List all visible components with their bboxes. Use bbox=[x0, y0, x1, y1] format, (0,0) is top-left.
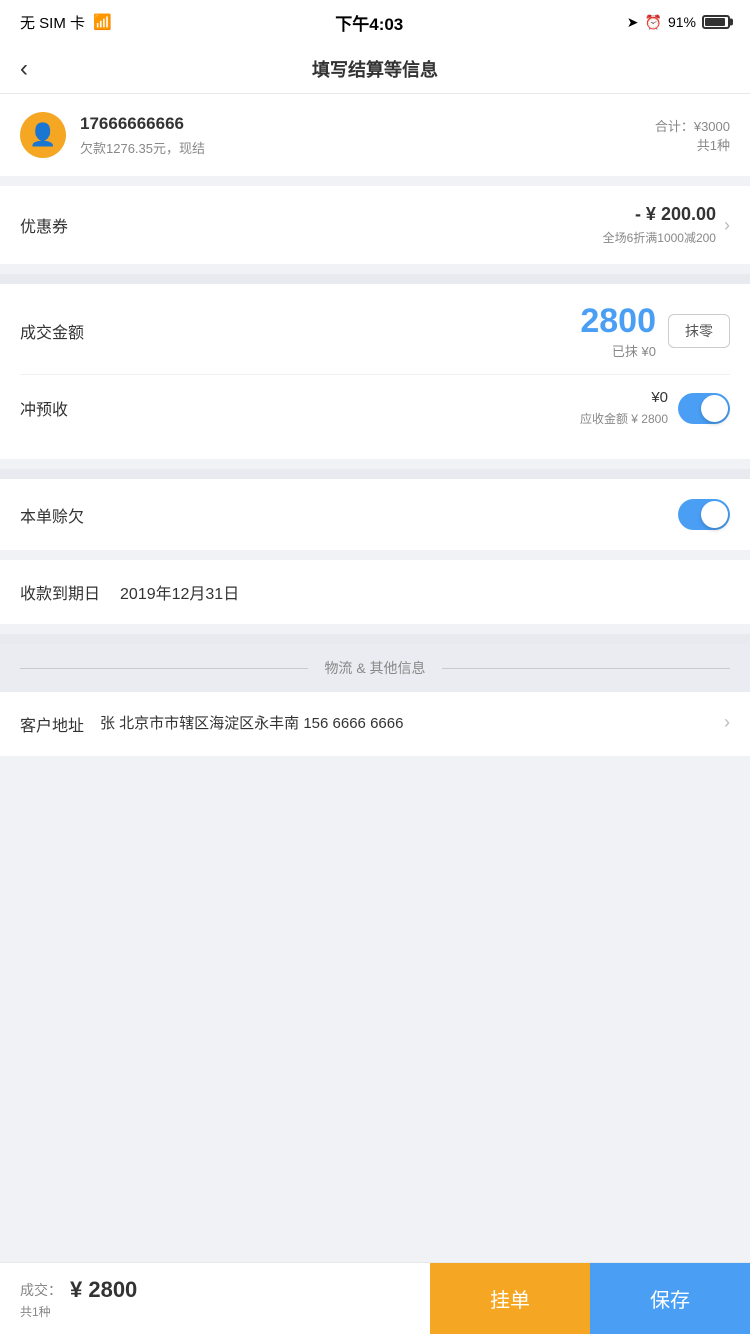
due-date-section: 收款到期日 2019年12月31日 bbox=[0, 560, 750, 624]
debt-label: 本单赊欠 bbox=[20, 503, 84, 527]
bottom-total-row: 成交： ¥ 2800 bbox=[20, 1277, 410, 1303]
bottom-summary: 成交： ¥ 2800 共1种 bbox=[0, 1277, 430, 1320]
prepaid-label: 冲预收 bbox=[20, 396, 68, 420]
coupon-row[interactable]: 优惠券 - ¥ 200.00 全场6折满1000减200 › bbox=[0, 186, 750, 264]
back-button[interactable]: ‹ bbox=[20, 47, 36, 91]
address-value: 张 北京市市辖区海淀区永丰南 156 6666 6666 bbox=[100, 712, 714, 736]
pending-label: 挂单 bbox=[490, 1284, 530, 1313]
debt-toggle[interactable] bbox=[678, 499, 730, 530]
alarm-icon: ⏰ bbox=[645, 14, 662, 31]
status-time: 下午4:03 bbox=[335, 10, 403, 35]
due-date-value: 2019年12月31日 bbox=[120, 580, 239, 604]
logistics-text: 物流 & 其他信息 bbox=[324, 658, 425, 678]
nav-bar: ‹ 填写结算等信息 bbox=[0, 44, 750, 94]
amount-section: 成交金额 2800 已抹 ¥0 抹零 冲预收 ¥0 应收金额 ¥ 2800 bbox=[0, 284, 750, 459]
pending-button[interactable]: 挂单 bbox=[430, 1263, 590, 1334]
prepaid-info: ¥0 应收金额 ¥ 2800 bbox=[580, 389, 668, 427]
customer-phone: 17666666666 bbox=[80, 114, 205, 134]
customer-right: 合计：¥3000 共1种 bbox=[655, 116, 730, 154]
customer-left: 👤 17666666666 欠款1276.35元，现结 bbox=[20, 112, 205, 158]
save-button[interactable]: 保存 bbox=[590, 1263, 750, 1334]
amount-row: 成交金额 2800 已抹 ¥0 抹零 bbox=[20, 302, 730, 360]
carrier-text: 无 SIM 卡 bbox=[20, 12, 85, 33]
amount-value: 2800 bbox=[580, 302, 656, 340]
customer-card: 👤 17666666666 欠款1276.35元，现结 合计：¥3000 共1种 bbox=[0, 94, 750, 176]
debt-section: 本单赊欠 bbox=[0, 479, 750, 550]
customer-debt: 欠款1276.35元，现结 bbox=[80, 138, 205, 157]
amount-label: 成交金额 bbox=[20, 319, 84, 343]
status-bar: 无 SIM 卡 📶 下午4:03 ➤ ⏰ 91% bbox=[0, 0, 750, 44]
bottom-bar: 成交： ¥ 2800 共1种 挂单 保存 bbox=[0, 1262, 750, 1334]
address-chevron-icon: › bbox=[724, 712, 730, 733]
address-section[interactable]: 客户地址 张 北京市市辖区海淀区永丰南 156 6666 6666 › bbox=[0, 692, 750, 756]
avatar-icon: 👤 bbox=[29, 122, 56, 148]
logistics-line-left bbox=[20, 668, 308, 669]
battery-percentage: 91% bbox=[668, 14, 696, 30]
amount-value-group: 2800 已抹 ¥0 bbox=[580, 302, 656, 360]
bottom-spacer bbox=[0, 956, 750, 1028]
coupon-discount: - ¥ 200.00 bbox=[635, 204, 716, 225]
bottom-summary-label: 成交： bbox=[20, 1280, 62, 1300]
wifi-icon: 📶 bbox=[93, 13, 112, 31]
save-label: 保存 bbox=[650, 1284, 690, 1313]
round-button[interactable]: 抹零 bbox=[668, 314, 730, 348]
bottom-summary-amount: ¥ 2800 bbox=[70, 1277, 137, 1303]
coupon-desc: 全场6折满1000减200 bbox=[603, 229, 716, 246]
total-label: 合计：¥3000 bbox=[655, 116, 730, 135]
prepaid-sub: 应收金额 ¥ 2800 bbox=[580, 410, 668, 427]
section-divider-2 bbox=[0, 469, 750, 479]
section-divider-3 bbox=[0, 634, 750, 644]
battery-icon bbox=[702, 15, 730, 29]
address-label: 客户地址 bbox=[20, 712, 90, 736]
prepaid-amount: ¥0 bbox=[651, 389, 668, 406]
prepaid-row: 冲预收 ¥0 应收金额 ¥ 2800 bbox=[20, 374, 730, 441]
logistics-header: 物流 & 其他信息 bbox=[0, 644, 750, 692]
logistics-line-right bbox=[442, 668, 730, 669]
amount-sub: 已抹 ¥0 bbox=[580, 341, 656, 360]
avatar: 👤 bbox=[20, 112, 66, 158]
gray-area bbox=[0, 756, 750, 956]
status-right: ➤ ⏰ 91% bbox=[627, 14, 730, 31]
status-left: 无 SIM 卡 📶 bbox=[20, 12, 112, 33]
bottom-summary-count: 共1种 bbox=[20, 1303, 410, 1320]
due-date-label: 收款到期日 bbox=[20, 580, 100, 604]
total-count: 共1种 bbox=[655, 135, 730, 154]
coupon-right: - ¥ 200.00 全场6折满1000减200 › bbox=[603, 204, 730, 246]
prepaid-toggle[interactable] bbox=[678, 393, 730, 424]
section-divider-1 bbox=[0, 274, 750, 284]
location-icon: ➤ bbox=[627, 14, 639, 31]
coupon-info: - ¥ 200.00 全场6折满1000减200 bbox=[603, 204, 716, 246]
content-area: 👤 17666666666 欠款1276.35元，现结 合计：¥3000 共1种… bbox=[0, 94, 750, 1028]
amount-right: 2800 已抹 ¥0 抹零 bbox=[580, 302, 730, 360]
page-title: 填写结算等信息 bbox=[312, 56, 438, 82]
prepaid-right: ¥0 应收金额 ¥ 2800 bbox=[580, 389, 730, 427]
chevron-right-icon: › bbox=[724, 215, 730, 236]
customer-info: 17666666666 欠款1276.35元，现结 bbox=[80, 114, 205, 157]
coupon-label: 优惠券 bbox=[20, 213, 68, 237]
total-amount: ¥3000 bbox=[694, 119, 730, 134]
